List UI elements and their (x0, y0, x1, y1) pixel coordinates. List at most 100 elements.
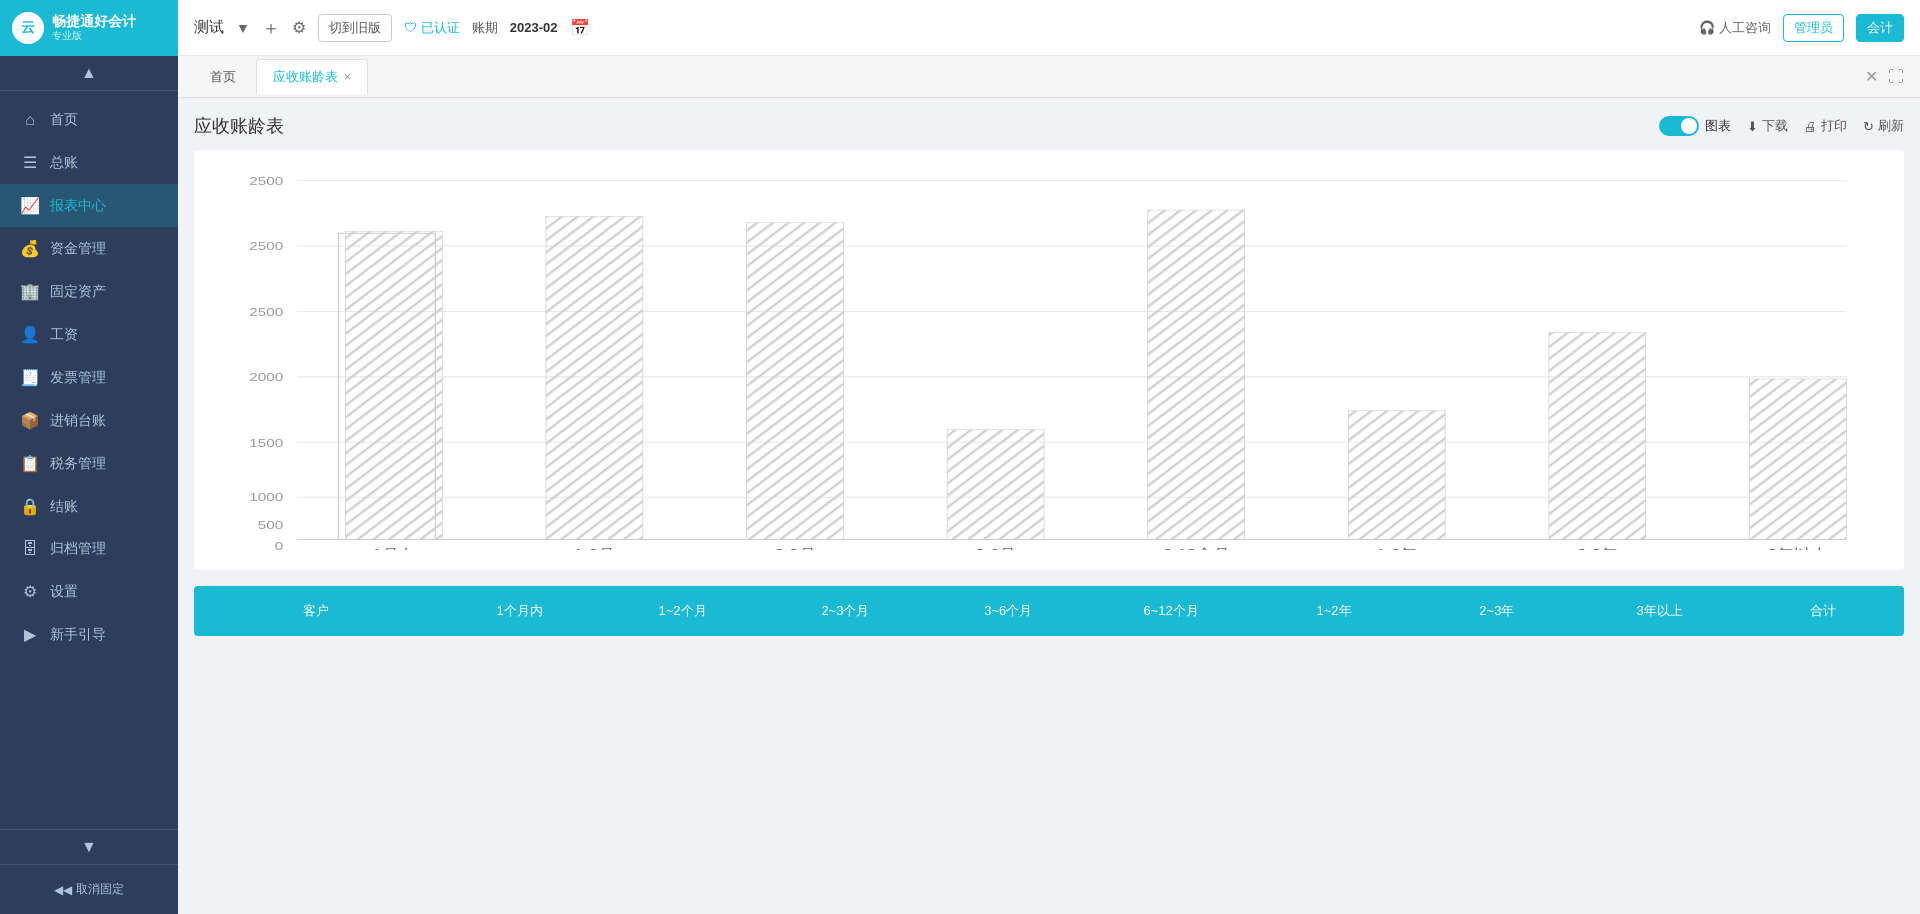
wages-icon: 👤 (20, 325, 40, 344)
svg-text:500: 500 (258, 519, 283, 532)
th-total: 合计 (1741, 586, 1904, 636)
download-label: 下载 (1762, 117, 1788, 135)
fund-icon: 💰 (20, 239, 40, 258)
svg-text:3年以上: 3年以上 (1768, 547, 1828, 550)
toggle-knob (1681, 118, 1697, 134)
chart-container: 2500 2500 2500 2000 1500 1000 500 0 (194, 150, 1904, 570)
chart-toggle[interactable] (1659, 116, 1699, 136)
sidebar-item-wages[interactable]: 👤 工资 (0, 313, 178, 356)
svg-rect-19 (747, 223, 844, 540)
th-customer: 客户 (194, 586, 438, 636)
archive-icon: 🗄 (20, 540, 40, 558)
scroll-up-button[interactable]: ▲ (77, 60, 101, 86)
cancel-fix-button[interactable]: ◀◀ 取消固定 (10, 875, 168, 904)
refresh-button[interactable]: ↻ 刷新 (1863, 117, 1904, 135)
tab-bar-right: ✕ ⛶ (1865, 67, 1904, 86)
cancel-fix-label: 取消固定 (76, 881, 124, 898)
svg-text:1000: 1000 (249, 491, 283, 504)
project-title: 测试 (194, 18, 224, 37)
logo-sub: 专业版 (52, 29, 136, 43)
svg-rect-21 (1148, 210, 1245, 539)
sidebar-item-invoice[interactable]: 🧾 发票管理 (0, 356, 178, 399)
tab-home[interactable]: 首页 (194, 60, 252, 94)
add-button[interactable]: ＋ (262, 16, 280, 40)
th-1-2year: 1~2年 (1253, 586, 1416, 636)
chart-toggle-wrapper: 图表 (1659, 116, 1731, 136)
svg-text:2500: 2500 (249, 174, 283, 187)
home-icon: ⌂ (20, 111, 40, 129)
consult-button[interactable]: 🎧 人工咨询 (1699, 19, 1771, 37)
download-icon: ⬇ (1747, 119, 1758, 134)
sidebar-label-tax: 税务管理 (50, 455, 106, 473)
sidebar-label-ledger: 总账 (50, 154, 78, 172)
sidebar-label-invoice: 发票管理 (50, 369, 106, 387)
svg-text:2500: 2500 (249, 240, 283, 253)
manager-button[interactable]: 管理员 (1783, 14, 1844, 42)
svg-rect-17 (345, 231, 442, 539)
sidebar-item-reports[interactable]: 📈 报表中心 (0, 184, 178, 227)
th-6-12month: 6~12个月 (1090, 586, 1253, 636)
close-account-icon: 🔒 (20, 497, 40, 516)
tab-expand-icon[interactable]: ⛶ (1888, 68, 1904, 86)
svg-text:0: 0 (275, 540, 283, 550)
sidebar-label-guide: 新手引导 (50, 626, 106, 644)
sidebar-item-close[interactable]: 🔒 结账 (0, 485, 178, 528)
svg-rect-24 (1750, 379, 1847, 539)
tab-active-label: 应收账龄表 (273, 68, 338, 86)
sidebar-item-guide[interactable]: ▶ 新手引导 (0, 613, 178, 656)
print-button[interactable]: 🖨 打印 (1804, 117, 1847, 135)
page-actions: 图表 ⬇ 下载 🖨 打印 ↻ 刷新 (1659, 116, 1904, 136)
switch-old-button[interactable]: 切到旧版 (318, 14, 392, 42)
sidebar-label-wages: 工资 (50, 326, 78, 344)
ledger-icon: ☰ (20, 153, 40, 172)
content-area: 应收账龄表 图表 ⬇ 下载 🖨 打印 ↻ 刷新 (178, 98, 1920, 914)
sidebar-label-home: 首页 (50, 111, 78, 129)
sidebar-item-purchase[interactable]: 📦 进销台账 (0, 399, 178, 442)
th-1month: 1个月内 (438, 586, 601, 636)
logo-text: 畅捷通好会计 (52, 13, 136, 30)
consult-label: 人工咨询 (1719, 19, 1771, 37)
th-3-6month: 3~6个月 (927, 586, 1090, 636)
tab-close-button[interactable]: × (344, 70, 351, 84)
svg-text:6-12个月: 6-12个月 (1163, 547, 1230, 550)
th-2-3month: 2~3个月 (764, 586, 927, 636)
svg-rect-22 (1348, 411, 1445, 540)
sidebar-label-archive: 归档管理 (50, 540, 106, 558)
sidebar-item-home[interactable]: ⌂ 首页 (0, 99, 178, 141)
svg-rect-23 (1549, 333, 1646, 540)
refresh-icon: ↻ (1863, 119, 1874, 134)
certified-label: 已认证 (421, 19, 460, 37)
tab-close-icon[interactable]: ✕ (1865, 67, 1878, 86)
download-button[interactable]: ⬇ 下载 (1747, 117, 1788, 135)
sidebar-item-fund[interactable]: 💰 资金管理 (0, 227, 178, 270)
page-title: 应收账龄表 (194, 114, 284, 138)
tab-receivable-aging[interactable]: 应收账龄表 × (256, 59, 368, 94)
settings-button[interactable]: ⚙ (292, 18, 306, 37)
scroll-down-button[interactable]: ▼ (77, 834, 101, 860)
sidebar-item-ledger[interactable]: ☰ 总账 (0, 141, 178, 184)
assets-icon: 🏢 (20, 282, 40, 301)
calendar-icon[interactable]: 📅 (570, 18, 590, 37)
headset-icon: 🎧 (1699, 20, 1715, 35)
sidebar-item-settings[interactable]: ⚙ 设置 (0, 570, 178, 613)
reports-icon: 📈 (20, 196, 40, 215)
svg-text:2-3月: 2-3月 (775, 547, 816, 550)
chart-inner: 2500 2500 2500 2000 1500 1000 500 0 (214, 170, 1874, 550)
refresh-label: 刷新 (1878, 117, 1904, 135)
invoice-icon: 🧾 (20, 368, 40, 387)
app-logo: 云 畅捷通好会计 专业版 (0, 0, 178, 56)
cancel-fix-icon: ◀◀ (54, 883, 72, 897)
period-value: 2023-02 (510, 20, 558, 35)
svg-text:3-6月: 3-6月 (975, 547, 1016, 550)
settings-icon: ⚙ (20, 582, 40, 601)
sidebar-item-archive[interactable]: 🗄 归档管理 (0, 528, 178, 570)
topbar-right: 🎧 人工咨询 管理员 会计 (1699, 14, 1904, 42)
sidebar-item-tax[interactable]: 📋 税务管理 (0, 442, 178, 485)
main-area: 测试 ▼ ＋ ⚙ 切到旧版 🛡 已认证 账期 2023-02 📅 🎧 人工咨询 … (178, 0, 1920, 914)
sidebar-item-assets[interactable]: 🏢 固定资产 (0, 270, 178, 313)
project-dropdown-button[interactable]: ▼ (236, 20, 250, 36)
accountant-button[interactable]: 会计 (1856, 14, 1904, 42)
period-label: 账期 (472, 19, 498, 37)
shield-icon: 🛡 (404, 20, 417, 35)
svg-rect-18 (546, 216, 643, 539)
